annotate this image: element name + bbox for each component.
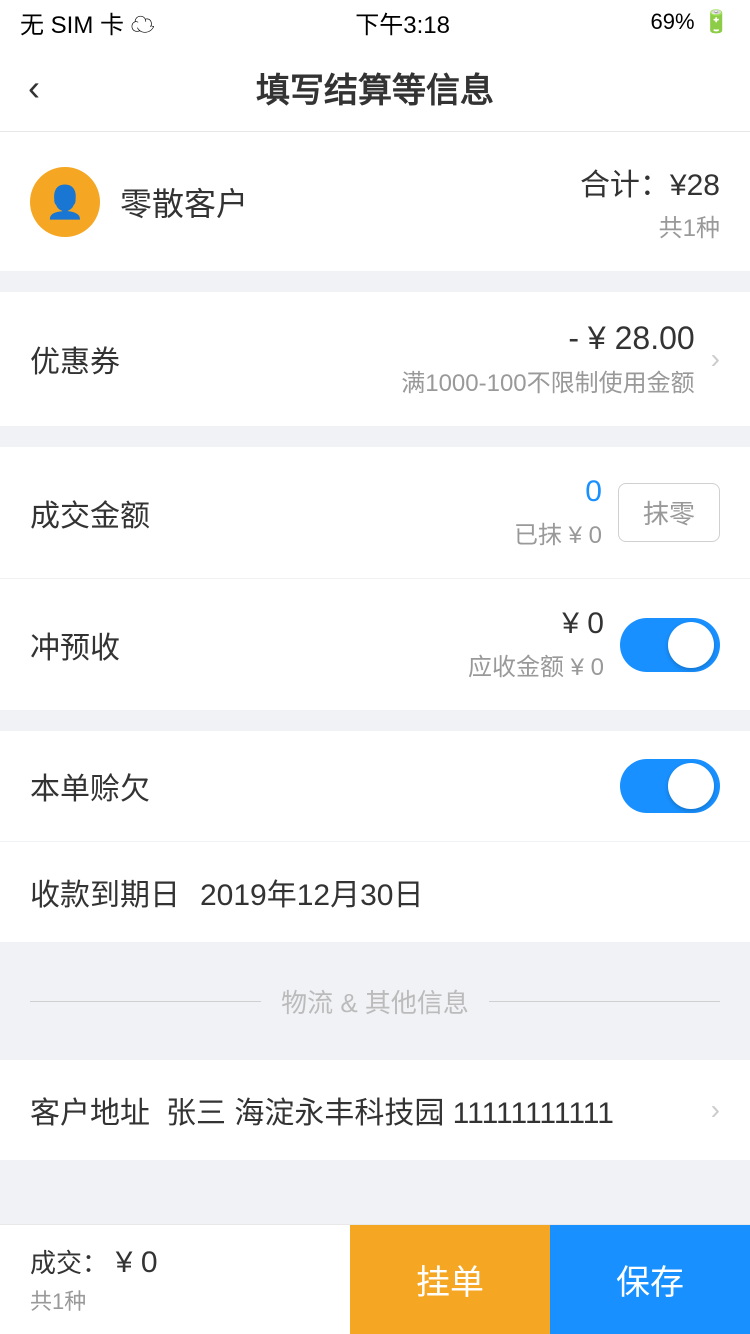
due-date-row: 收款到期日 2019年12月30日 xyxy=(0,842,750,943)
prepayment-sub: 应收金额 ¥ 0 xyxy=(468,647,604,682)
address-left: 客户地址 张三 海淀永丰科技园 11111111111 xyxy=(30,1088,614,1132)
nav-bar: ‹ 填写结算等信息 xyxy=(0,44,750,132)
divider-5 xyxy=(0,1040,750,1060)
customer-name: 零散客户 xyxy=(120,179,248,225)
battery-icon: 🔋 xyxy=(703,9,730,35)
credit-label: 本单赊欠 xyxy=(30,764,150,808)
address-chevron-icon: › xyxy=(711,1094,720,1126)
coupon-row[interactable]: 优惠券 - ¥ 28.00 满1000-100不限制使用金额 › xyxy=(0,292,750,427)
credit-row: 本单赊欠 xyxy=(0,731,750,842)
logistics-label-text: 物流 & 其他信息 xyxy=(281,983,469,1020)
coupon-right: - ¥ 28.00 满1000-100不限制使用金额 › xyxy=(401,320,720,398)
credit-toggle[interactable] xyxy=(620,759,720,813)
address-row[interactable]: 客户地址 张三 海淀永丰科技园 11111111111 › xyxy=(0,1060,750,1160)
status-bar: 无 SIM 卡 ☁ 下午3:18 69% 🔋 xyxy=(0,0,750,44)
address-value: 张三 海淀永丰科技园 11111111111 xyxy=(166,1088,614,1132)
battery-label: 69% xyxy=(651,9,695,35)
prepayment-right: ¥ 0 应收金额 ¥ 0 xyxy=(468,607,720,682)
customer-total: 合计：¥28 xyxy=(580,160,720,204)
deal-amount-sub: 已抹 ¥ 0 xyxy=(514,515,602,550)
divider-1 xyxy=(0,272,750,292)
main-content: 👤 零散客户 合计：¥28 共1种 优惠券 - ¥ 28.00 满1000-10… xyxy=(0,132,750,1280)
bottom-deal-label: 成交： xyxy=(30,1248,108,1278)
hang-button[interactable]: 挂单 xyxy=(350,1225,550,1334)
address-label: 客户地址 xyxy=(30,1088,150,1132)
prepayment-label: 冲预收 xyxy=(30,623,120,667)
divider-2 xyxy=(0,427,750,447)
address-section: 客户地址 张三 海淀永丰科技园 11111111111 › xyxy=(0,1060,750,1160)
prepayment-row: 冲预收 ¥ 0 应收金额 ¥ 0 xyxy=(0,579,750,711)
coupon-discount: - ¥ 28.00 xyxy=(568,320,694,357)
coupon-amount-col: - ¥ 28.00 满1000-100不限制使用金额 xyxy=(401,320,694,398)
customer-avatar: 👤 xyxy=(30,167,100,237)
prepayment-toggle[interactable] xyxy=(620,618,720,672)
avatar-icon: 👤 xyxy=(45,183,85,221)
back-button[interactable]: ‹ xyxy=(28,67,40,109)
bottom-bar: 成交： ¥ 0 共1种 挂单 保存 xyxy=(0,1224,750,1334)
coupon-chevron-icon: › xyxy=(711,343,720,375)
customer-right: 合计：¥28 共1种 xyxy=(580,160,720,243)
save-button[interactable]: 保存 xyxy=(550,1225,750,1334)
credit-section: 本单赊欠 收款到期日 2019年12月30日 xyxy=(0,731,750,943)
page-title: 填写结算等信息 xyxy=(256,63,494,112)
deal-amount-right: 0 已抹 ¥ 0 抹零 xyxy=(514,475,720,550)
credit-right xyxy=(620,759,720,813)
prepayment-toggle-knob xyxy=(668,622,714,668)
coupon-section: 优惠券 - ¥ 28.00 满1000-100不限制使用金额 › xyxy=(0,292,750,427)
logistics-section-label: 物流 & 其他信息 xyxy=(0,963,750,1040)
divider-4 xyxy=(0,943,750,963)
prepayment-value: ¥ 0 xyxy=(562,607,604,641)
prepayment-amount-col: ¥ 0 应收金额 ¥ 0 xyxy=(468,607,604,682)
coupon-label: 优惠券 xyxy=(30,337,120,381)
status-time: 下午3:18 xyxy=(355,5,450,40)
due-date-value: 2019年12月30日 xyxy=(200,870,423,914)
deal-amount-value: 0 xyxy=(585,475,602,509)
customer-count: 共1种 xyxy=(580,208,720,243)
status-left: 无 SIM 卡 ☁ xyxy=(20,5,155,40)
bottom-info: 成交： ¥ 0 共1种 xyxy=(0,1243,350,1316)
credit-toggle-knob xyxy=(668,763,714,809)
due-date-label: 收款到期日 xyxy=(30,870,180,914)
bottom-deal-amount: ¥ 0 xyxy=(116,1246,158,1279)
deal-amount-row: 成交金额 0 已抹 ¥ 0 抹零 xyxy=(0,447,750,579)
round-zero-button[interactable]: 抹零 xyxy=(618,483,720,542)
status-right: 69% 🔋 xyxy=(651,9,730,35)
customer-section: 👤 零散客户 合计：¥28 共1种 xyxy=(0,132,750,272)
deal-amount-col: 0 已抹 ¥ 0 xyxy=(514,475,602,550)
deal-amount-section: 成交金额 0 已抹 ¥ 0 抹零 冲预收 ¥ 0 应收金额 ¥ 0 xyxy=(0,447,750,711)
customer-left: 👤 零散客户 xyxy=(30,167,248,237)
coupon-description: 满1000-100不限制使用金额 xyxy=(401,363,694,398)
bottom-deal-row: 成交： ¥ 0 xyxy=(30,1243,320,1280)
divider-3 xyxy=(0,711,750,731)
customer-row: 👤 零散客户 合计：¥28 共1种 xyxy=(0,132,750,272)
sim-label: 无 SIM 卡 ☁ xyxy=(20,5,155,40)
deal-amount-label: 成交金额 xyxy=(30,491,150,535)
bottom-count: 共1种 xyxy=(30,1284,320,1316)
